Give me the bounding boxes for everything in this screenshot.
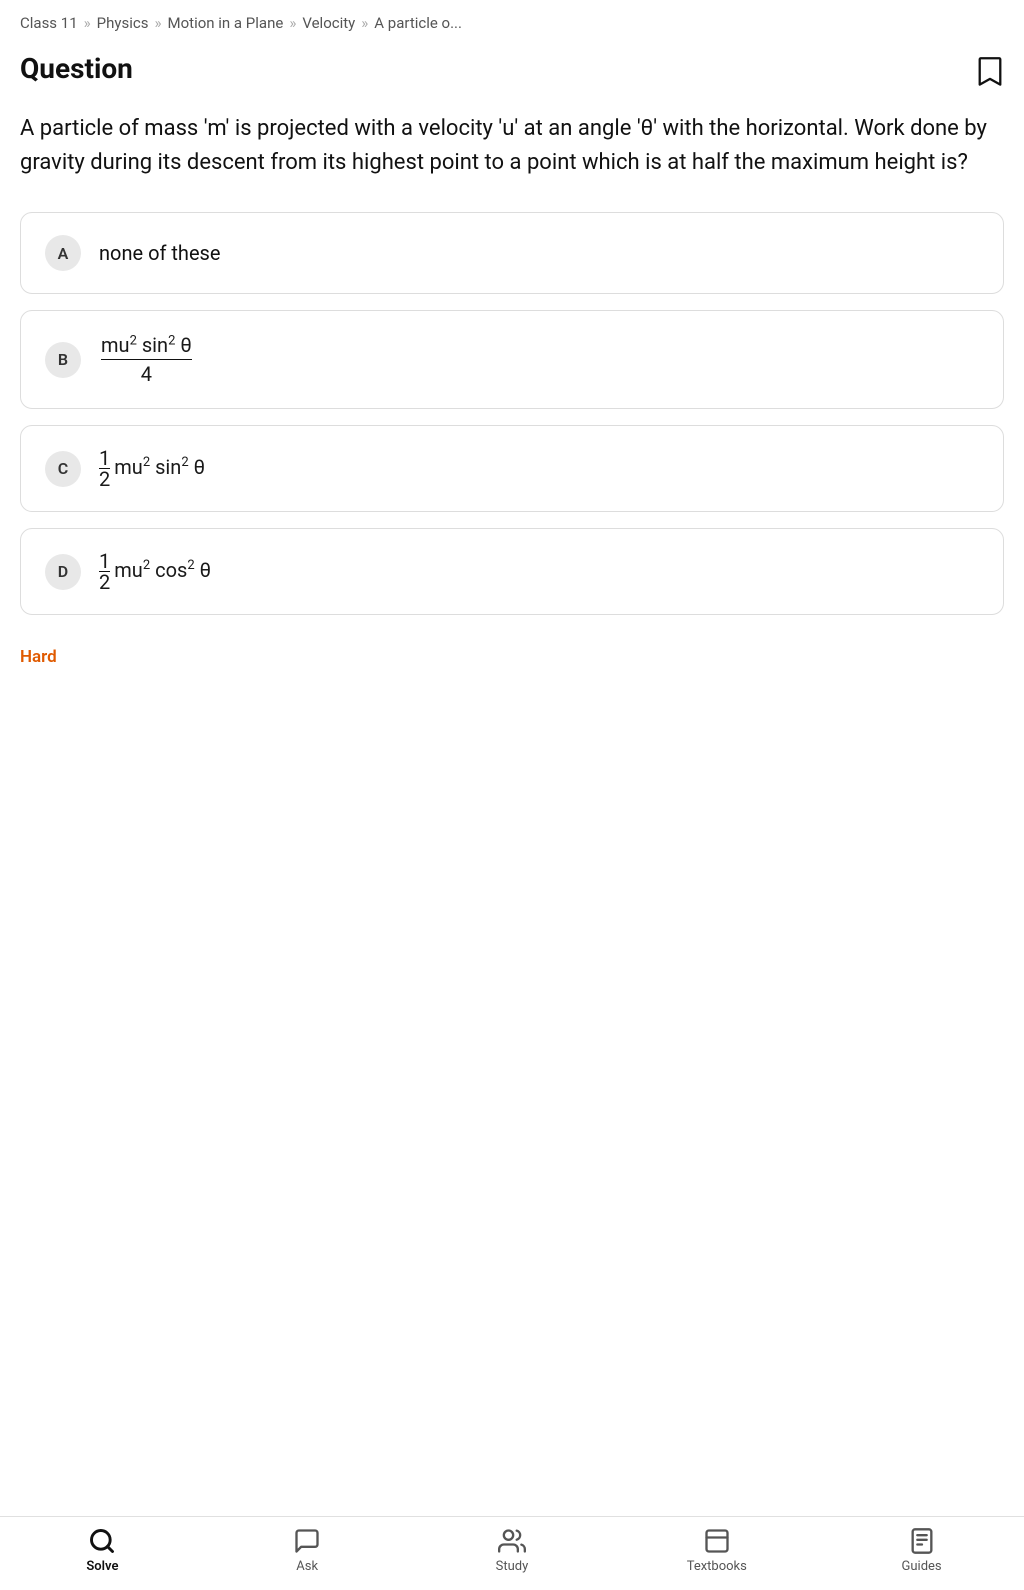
nav-guides-label: Guides [902, 1559, 942, 1574]
option-b-text: mu2 sin2 θ 4 [99, 333, 194, 386]
nav-item-ask[interactable]: Ask [267, 1527, 347, 1574]
textbooks-icon [703, 1527, 731, 1555]
main-content: Question A particle of mass 'm' is proje… [0, 42, 1024, 767]
option-d[interactable]: D 1 2 mu2 cos2 θ [20, 528, 1004, 615]
option-c-expression: 1 2 mu2 sin2 θ [99, 448, 205, 489]
option-a-badge: A [45, 235, 81, 271]
option-c[interactable]: C 1 2 mu2 sin2 θ [20, 425, 1004, 512]
nav-item-solve[interactable]: Solve [62, 1527, 142, 1574]
nav-item-study[interactable]: Study [472, 1527, 552, 1574]
option-b[interactable]: B mu2 sin2 θ 4 [20, 310, 1004, 409]
ask-icon [293, 1527, 321, 1555]
breadcrumb-velocity[interactable]: Velocity [302, 14, 355, 32]
option-a[interactable]: A none of these [20, 212, 1004, 294]
breadcrumb: Class 11 » Physics » Motion in a Plane »… [0, 0, 1024, 42]
breadcrumb-sep-2: » [154, 14, 161, 32]
option-b-denominator: 4 [141, 360, 152, 386]
option-b-badge: B [45, 342, 81, 378]
option-b-fraction: mu2 sin2 θ 4 [101, 333, 192, 386]
study-icon [498, 1527, 526, 1555]
question-text: A particle of mass 'm' is projected with… [20, 112, 1004, 180]
bottom-nav: Solve Ask Study Textboo [0, 1516, 1024, 1590]
nav-solve-label: Solve [86, 1559, 118, 1574]
breadcrumb-sep-3: » [289, 14, 296, 32]
nav-item-guides[interactable]: Guides [882, 1527, 962, 1574]
nav-textbooks-label: Textbooks [687, 1559, 747, 1574]
bookmark-icon[interactable] [976, 56, 1004, 88]
breadcrumb-motion[interactable]: Motion in a Plane [168, 14, 284, 32]
difficulty-label: Hard [20, 647, 1004, 667]
breadcrumb-class11[interactable]: Class 11 [20, 14, 78, 32]
breadcrumb-sep-1: » [84, 14, 91, 32]
breadcrumb-physics[interactable]: Physics [97, 14, 149, 32]
breadcrumb-particle: A particle o... [374, 14, 462, 32]
option-b-numerator: mu2 sin2 θ [101, 333, 192, 360]
option-d-badge: D [45, 554, 81, 590]
nav-item-textbooks[interactable]: Textbooks [677, 1527, 757, 1574]
options-container: A none of these B mu2 sin2 θ 4 C 1 [20, 212, 1004, 615]
nav-ask-label: Ask [296, 1559, 318, 1574]
option-d-expression: 1 2 mu2 cos2 θ [99, 551, 211, 592]
option-a-text: none of these [99, 239, 220, 267]
question-title: Question [20, 52, 133, 85]
question-header: Question [20, 52, 1004, 88]
option-c-text: 1 2 mu2 sin2 θ [99, 448, 205, 489]
option-c-badge: C [45, 451, 81, 487]
solve-icon [88, 1527, 116, 1555]
option-d-text: 1 2 mu2 cos2 θ [99, 551, 211, 592]
breadcrumb-sep-4: » [361, 14, 368, 32]
nav-study-label: Study [496, 1559, 529, 1574]
guides-icon [908, 1527, 936, 1555]
